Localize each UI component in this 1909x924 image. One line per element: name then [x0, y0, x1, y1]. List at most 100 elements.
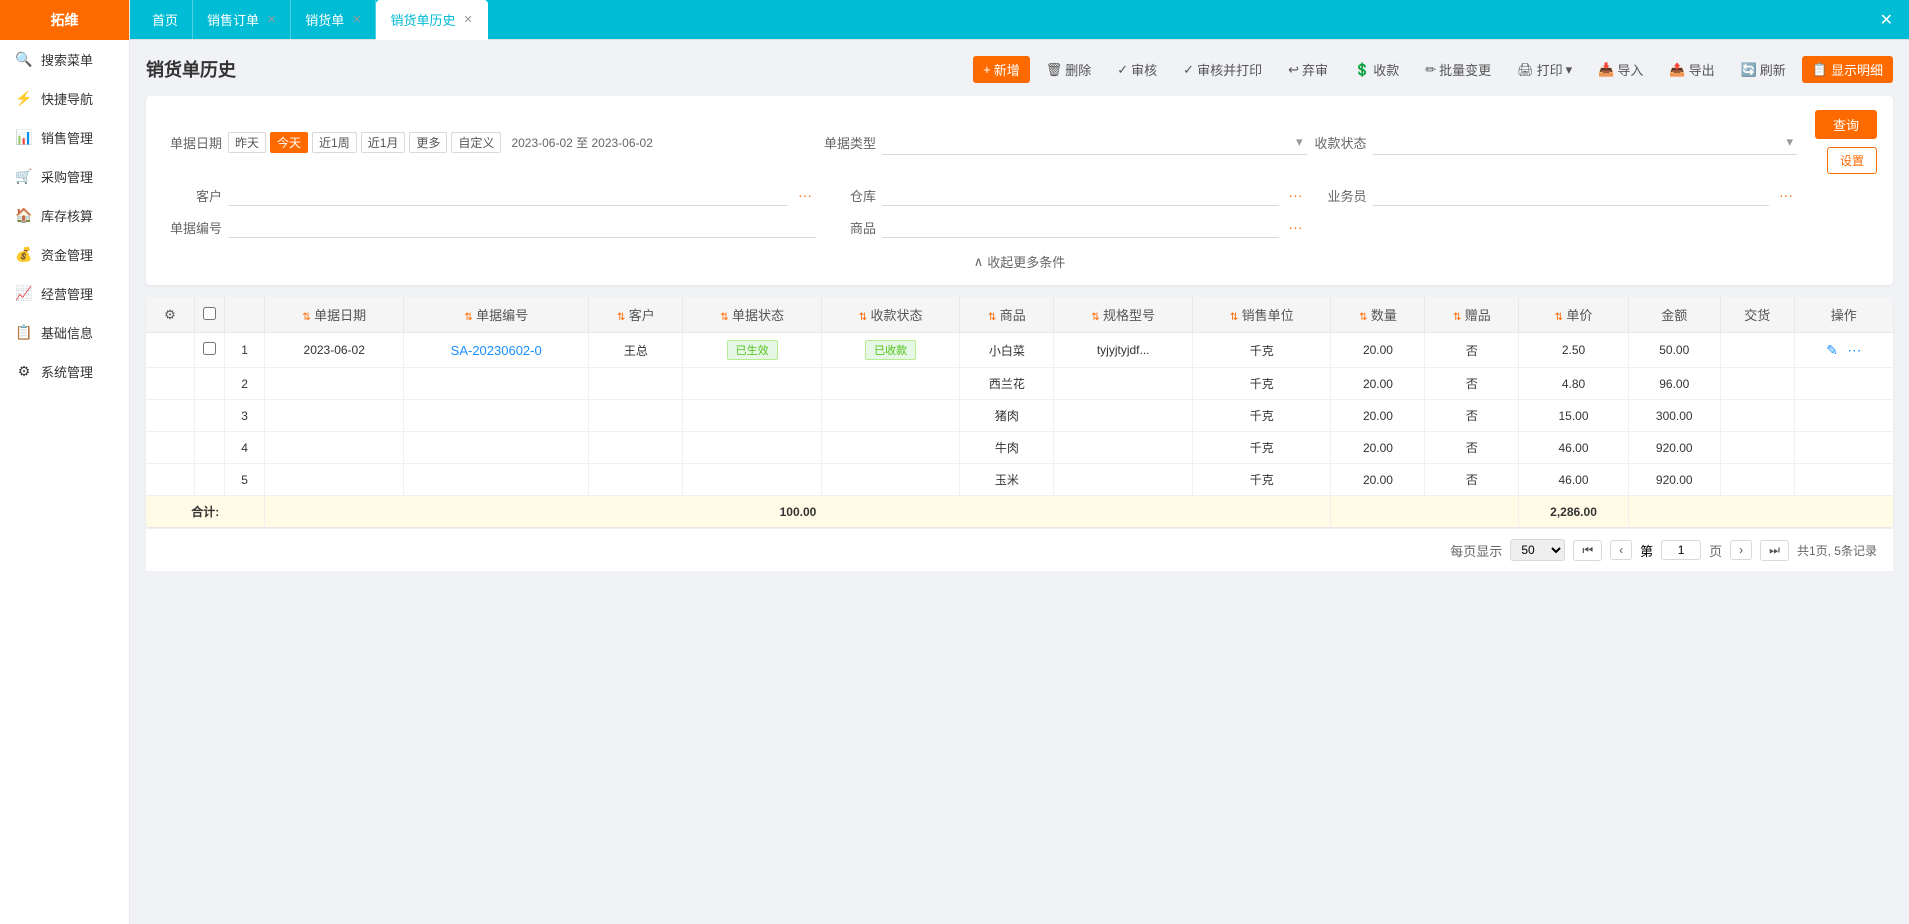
page-first-btn[interactable]: ⏮	[1573, 540, 1602, 561]
close-all-tabs-icon[interactable]: ✕	[1872, 10, 1901, 30]
filter-goods: 商品 ···	[816, 216, 1307, 238]
doc-type-label: 单据类型	[816, 133, 876, 152]
sidebar-item-purchase-mgmt[interactable]: 🛒 采购管理	[0, 157, 129, 196]
date-btn-more[interactable]: 更多	[409, 132, 447, 153]
row1-doc-no-link[interactable]: SA-20230602-0	[451, 343, 542, 358]
audit-button[interactable]: ✓ 审核	[1107, 56, 1167, 83]
import-button[interactable]: 📥 导入	[1588, 56, 1653, 83]
col-customer[interactable]: ⇅ 客户	[589, 297, 683, 333]
salesperson-input[interactable]	[1373, 184, 1770, 206]
purchase-mgmt-icon: 🛒	[15, 168, 33, 186]
row1-collect-status-badge: 已收款	[865, 340, 916, 360]
warehouse-input[interactable]	[882, 184, 1279, 206]
tab-home[interactable]: 首页	[138, 0, 193, 40]
salesperson-ellipsis-icon[interactable]: ···	[1775, 187, 1797, 203]
sidebar-item-basic-info[interactable]: 📋 基础信息	[0, 313, 129, 352]
date-btn-week[interactable]: 近1周	[312, 132, 357, 153]
tab-sales-goods[interactable]: 销货单 ✕	[291, 0, 376, 40]
warehouse-ellipsis-icon[interactable]: ···	[1285, 187, 1307, 203]
row1-edit-icon[interactable]: ✎	[1823, 342, 1841, 358]
doc-no-input[interactable]	[228, 216, 816, 238]
tab-sales-history[interactable]: 销货单历史 ✕	[376, 0, 487, 40]
query-button[interactable]: 查询	[1815, 110, 1877, 139]
col-unit-price[interactable]: ⇅ 单价	[1519, 297, 1628, 333]
sidebar-item-quick-nav[interactable]: ⚡ 快捷导航	[0, 79, 129, 118]
page-next-btn[interactable]: ›	[1730, 540, 1752, 560]
customer-ellipsis-icon[interactable]: ···	[794, 187, 816, 203]
collect-icon: 💲	[1354, 62, 1370, 78]
col-gift[interactable]: ⇅ 赠品	[1425, 297, 1519, 333]
collect-status-dropdown-icon[interactable]: ▾	[1786, 134, 1793, 150]
tab-sales-goods-label: 销货单	[305, 10, 344, 29]
date-btn-month[interactable]: 近1月	[361, 132, 406, 153]
query-btn-wrapper: 查询 设置	[1797, 110, 1877, 174]
col-spec[interactable]: ⇅ 规格型号	[1054, 297, 1193, 333]
close-sales-orders-icon[interactable]: ✕	[267, 13, 276, 26]
col-quantity[interactable]: ⇅ 数量	[1331, 297, 1425, 333]
close-sales-goods-icon[interactable]: ✕	[352, 13, 361, 26]
page-size-select[interactable]: 50 100 200	[1510, 539, 1565, 561]
row3-index: 3	[224, 400, 265, 432]
tab-sales-orders[interactable]: 销售订单 ✕	[193, 0, 291, 40]
batch-change-button[interactable]: ✏ 批量变更	[1415, 56, 1501, 83]
abandon-button[interactable]: ↩ 弃审	[1278, 56, 1338, 83]
sidebar-item-search-menu[interactable]: 🔍 搜索菜单	[0, 40, 129, 79]
page-number-input[interactable]	[1661, 540, 1701, 560]
doc-type-input[interactable]	[886, 131, 1296, 152]
col-settings[interactable]: ⚙	[146, 297, 194, 333]
sort-gift-icon: ⇅	[1453, 312, 1461, 323]
table-row: 1 2023-06-02 SA-20230602-0 王总 已生效 已收款 小白…	[146, 333, 1893, 368]
sidebar-item-finance-mgmt[interactable]: 💰 资金管理	[0, 235, 129, 274]
date-buttons: 昨天 今天 近1周 近1月 更多 自定义	[228, 132, 501, 153]
toolbar: + 新增 🗑 删除 ✓ 审核 ✓ 审核并打印 ↩ 弃审	[973, 56, 1893, 83]
row4-amount: 920.00	[1628, 432, 1720, 464]
col-collect-status[interactable]: ⇅ 收款状态	[821, 297, 960, 333]
row2-transaction	[1720, 368, 1794, 400]
refresh-button[interactable]: 🔄 刷新	[1731, 56, 1796, 83]
goods-ellipsis-icon[interactable]: ···	[1285, 219, 1307, 235]
sidebar-item-system-mgmt[interactable]: ⚙ 系统管理	[0, 352, 129, 391]
date-btn-today[interactable]: 今天	[270, 132, 308, 153]
page-prev-btn[interactable]: ‹	[1610, 540, 1632, 560]
col-unit[interactable]: ⇅ 销售单位	[1192, 297, 1331, 333]
col-goods[interactable]: ⇅ 商品	[960, 297, 1054, 333]
setting-button[interactable]: 设置	[1827, 147, 1877, 174]
collapse-btn[interactable]: ∧ 收起更多条件	[162, 248, 1877, 277]
date-range-text: 2023-06-02 至 2023-06-02	[511, 134, 652, 151]
row5-amount: 920.00	[1628, 464, 1720, 496]
sidebar-item-inventory[interactable]: 🏠 库存核算	[0, 196, 129, 235]
customer-input[interactable]	[228, 184, 788, 206]
col-transaction[interactable]: 交货	[1720, 297, 1794, 333]
delete-button[interactable]: 🗑 删除	[1036, 56, 1102, 83]
row1-checkbox-input[interactable]	[203, 342, 216, 355]
export-button[interactable]: 📤 导出	[1659, 56, 1724, 83]
sort-doc-status-icon: ⇅	[720, 312, 728, 323]
date-btn-custom[interactable]: 自定义	[451, 132, 501, 153]
print-button[interactable]: 🖨 打印 ▾	[1507, 56, 1582, 83]
table-row: 2 西兰花 千克 20.00 否 4.80 96.00	[146, 368, 1893, 400]
page-last-btn[interactable]: ⏭	[1760, 540, 1789, 561]
doc-type-dropdown-icon[interactable]: ▾	[1296, 134, 1303, 150]
col-amount[interactable]: 金额	[1628, 297, 1720, 333]
sales-mgmt-icon: 📊	[15, 129, 33, 147]
show-detail-button[interactable]: 📋 显示明细	[1802, 56, 1893, 83]
goods-input[interactable]	[882, 216, 1279, 238]
pagination: 每页显示 50 100 200 ⏮ ‹ 第 页 › ⏭ 共1页, 5条记录	[146, 528, 1893, 571]
table-body: 1 2023-06-02 SA-20230602-0 王总 已生效 已收款 小白…	[146, 333, 1893, 528]
sidebar-item-sales-mgmt[interactable]: 📊 销售管理	[0, 118, 129, 157]
col-doc-status[interactable]: ⇅ 单据状态	[683, 297, 822, 333]
select-all-checkbox[interactable]	[203, 307, 216, 320]
col-doc-no[interactable]: ⇅ 单据编号	[403, 297, 588, 333]
collect-status-input[interactable]	[1377, 131, 1787, 152]
add-button[interactable]: + 新增	[973, 56, 1030, 83]
row2-amount: 96.00	[1628, 368, 1720, 400]
close-sales-history-icon[interactable]: ✕	[464, 13, 473, 26]
collect-button[interactable]: 💲 收款	[1344, 56, 1409, 83]
date-btn-yesterday[interactable]: 昨天	[228, 132, 266, 153]
row5-unit-price: 46.00	[1519, 464, 1628, 496]
audit-print-button[interactable]: ✓ 审核并打印	[1173, 56, 1272, 83]
summary-row: 合计: 100.00 2,286.00	[146, 496, 1893, 528]
col-doc-date[interactable]: ⇅ 单据日期	[265, 297, 404, 333]
row1-more-icon[interactable]: ⋯	[1844, 342, 1864, 358]
sidebar-item-operations-mgmt[interactable]: 📈 经营管理	[0, 274, 129, 313]
